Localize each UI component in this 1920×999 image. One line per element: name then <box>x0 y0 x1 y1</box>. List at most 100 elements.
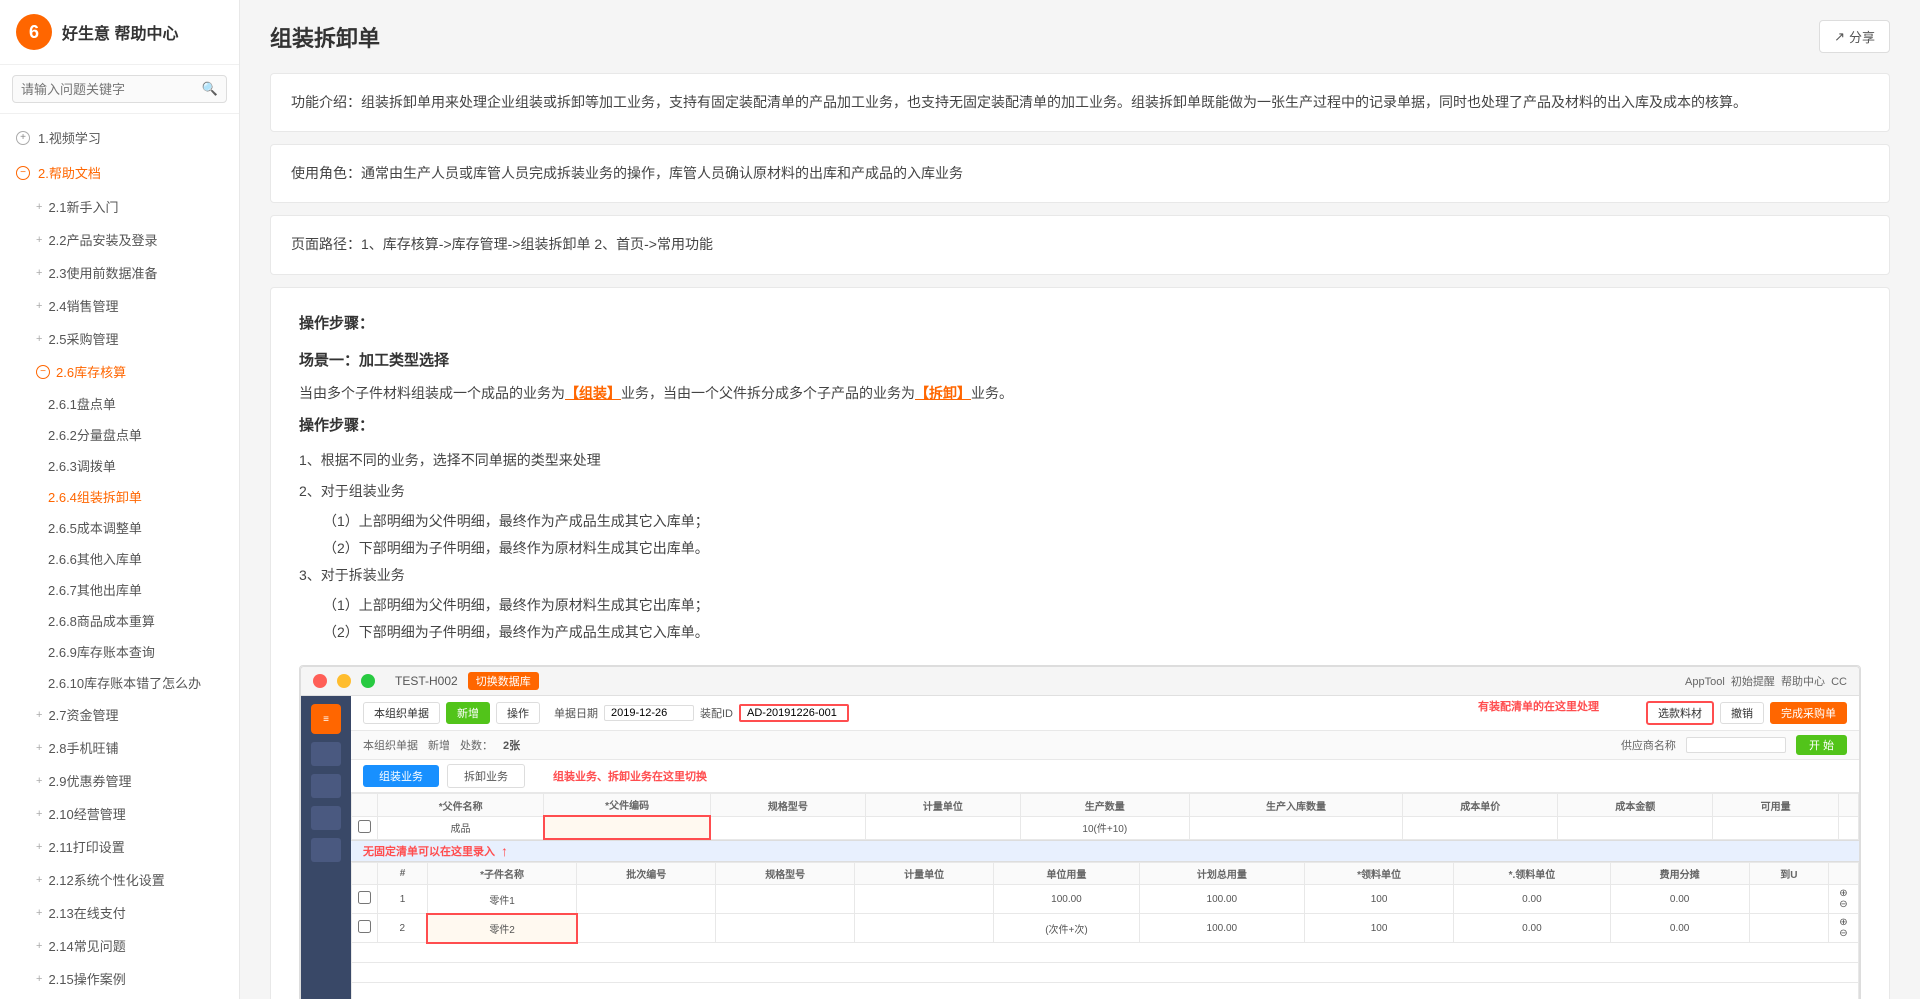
app-nav-icon-1[interactable]: ≡ <box>311 704 341 734</box>
btn-ops[interactable]: 操作 <box>496 702 540 724</box>
tab-disassembly[interactable]: 拆卸业务 <box>447 764 525 788</box>
steps-title: 操作步骤： <box>299 414 1861 435</box>
share-button[interactable]: ↗ 分享 <box>1819 20 1890 53</box>
upper-row1-prod-in <box>1189 816 1402 839</box>
sidebar-item-coupon[interactable]: + 2.9优惠券管理 <box>0 764 239 797</box>
lower-col-u: 到U <box>1749 863 1828 885</box>
sidebar-item-split-stocktake[interactable]: 2.6.2分量盘点单 <box>0 419 239 450</box>
assembly-link[interactable]: 【组装】 <box>565 385 621 401</box>
sidebar-item-mobile[interactable]: + 2.8手机旺铺 <box>0 731 239 764</box>
field-bom-label: 装配ID <box>700 705 733 721</box>
field-supplier[interactable] <box>1686 737 1786 753</box>
upper-col-prod-qty: 生产数量 <box>1020 794 1189 817</box>
intro-card-function: 功能介绍：组装拆卸单用来处理企业组装或拆卸等加工业务，支持有固定装配清单的产品加… <box>270 73 1890 132</box>
lower-row1-u <box>1749 885 1828 914</box>
sidebar-item-assembly[interactable]: 2.6.4组装拆卸单 <box>0 481 239 512</box>
lower-col-spec: 规格型号 <box>716 863 855 885</box>
app-tabs: 组装业务 拆卸业务 组装业务、拆卸业务在这里切换 <box>351 760 1859 793</box>
annotation-has-bom: 有装配清单的在这里处理 <box>1478 698 1599 714</box>
upper-row1-cost-amt <box>1558 816 1713 839</box>
lower-row-5 <box>352 983 1859 999</box>
upper-row1-ops-btn[interactable] <box>1839 816 1859 839</box>
lower-col-cost-alloc: 费用分摊 <box>1610 863 1749 885</box>
sidebar-item-customization[interactable]: + 2.12系统个性化设置 <box>0 863 239 896</box>
sidebar-item-cost-adjust[interactable]: 2.6.5成本调整单 <box>0 512 239 543</box>
ops-title: 操作步骤： <box>299 312 1861 333</box>
btn-ok[interactable]: 开 始 <box>1796 735 1847 755</box>
upper-row1-checkbox[interactable] <box>358 820 371 833</box>
sidebar-item-cost-recalc[interactable]: 2.6.8商品成本重算 <box>0 605 239 636</box>
btn-undo[interactable]: 撤销 <box>1720 702 1764 724</box>
app-body: ≡ 本组织单据 新增 <box>301 696 1859 999</box>
lower-row1-name: 零件1 <box>427 885 576 914</box>
search-input[interactable] <box>21 82 202 97</box>
search-box[interactable]: 🔍 <box>12 75 227 103</box>
sidebar-item-other-in[interactable]: 2.6.6其他入库单 <box>0 543 239 574</box>
lower-col-batch: 批次编号 <box>577 863 716 885</box>
sidebar-item-stocktake[interactable]: 2.6.1盘点单 <box>0 388 239 419</box>
upper-row1-unit <box>865 816 1020 839</box>
sidebar-item-purchase[interactable]: + 2.5采购管理 <box>0 322 239 355</box>
btn-add[interactable]: 新增 <box>446 702 490 724</box>
btn-select-material[interactable]: 选款料材 <box>1646 701 1714 725</box>
sidebar-item-beginner[interactable]: + 2.1新手入门 <box>0 190 239 223</box>
sidebar-item-stock-ledger[interactable]: 2.6.9库存账本查询 <box>0 636 239 667</box>
window-max-btn <box>361 674 375 688</box>
lower-row2-spec <box>716 914 855 943</box>
app-nav-icon-5[interactable] <box>311 838 341 862</box>
sidebar-item-faq[interactable]: + 2.14常见问题 <box>0 929 239 962</box>
sidebar-item-management[interactable]: + 2.10经营管理 <box>0 797 239 830</box>
app-toolbar: 本组织单据 新增 操作 单据日期 装配ID 有装配清单的在这里处理 <box>351 696 1859 731</box>
lower-row1-plan-qty: 100.00 <box>1139 885 1304 914</box>
lower-row-1: 1 零件1 100.00 100.00 100 0.00 <box>352 885 1859 914</box>
field-date-label: 单据日期 <box>554 705 598 721</box>
sidebar-item-ledger-fix[interactable]: 2.6.10库存账本错了怎么办 <box>0 667 239 698</box>
app-nav-icon-3[interactable] <box>311 774 341 798</box>
upper-row1-check[interactable] <box>352 816 378 839</box>
switch-db-btn[interactable]: 切换数据库 <box>468 672 539 690</box>
upper-table-container: *父件名称 *父件编码 规格型号 计量单位 生产数量 生产入库数量 成本单价 成… <box>351 793 1859 840</box>
sidebar-item-videos[interactable]: + 1.视频学习 <box>0 120 239 155</box>
sidebar-item-data-prep[interactable]: + 2.3使用前数据准备 <box>0 256 239 289</box>
upper-col-ops <box>1839 794 1859 817</box>
lower-row1-num: 1 <box>378 885 428 914</box>
upper-row1-prod-qty: 10(件+10) <box>1020 816 1189 839</box>
sidebar-item-transfer[interactable]: 2.6.3调拨单 <box>0 450 239 481</box>
step-3: 3、对于拆装业务 <box>299 562 1861 589</box>
collapse-icon: − <box>16 166 30 180</box>
sidebar-item-finance[interactable]: + 2.7资金管理 <box>0 698 239 731</box>
sidebar-item-inventory[interactable]: − 2.6库存核算 <box>0 355 239 388</box>
app-nav-icon-4[interactable] <box>311 806 341 830</box>
sidebar-item-docs[interactable]: − 2.帮助文档 <box>0 155 239 190</box>
lower-row-4 <box>352 963 1859 983</box>
lower-row1-ops[interactable]: ⊕ ⊖ <box>1829 885 1859 914</box>
search-icon[interactable]: 🔍 <box>202 81 218 97</box>
sidebar-item-sales[interactable]: + 2.4销售管理 <box>0 289 239 322</box>
nav-section-1: + 1.视频学习 <box>0 120 239 155</box>
disassembly-link[interactable]: 【拆卸】 <box>915 385 971 401</box>
sidebar-label-videos: 1.视频学习 <box>38 128 101 147</box>
sidebar-item-online-payment[interactable]: + 2.13在线支付 <box>0 896 239 929</box>
sidebar-item-cases[interactable]: + 2.15操作案例 <box>0 962 239 995</box>
lower-col-child-name: *子件名称 <box>427 863 576 885</box>
nav-list: + 1.视频学习 − 2.帮助文档 + 2.1新手入门 + 2.2产品安装及登录 <box>0 114 239 999</box>
btn-complete[interactable]: 完成采购单 <box>1770 702 1847 724</box>
sidebar-item-print[interactable]: + 2.11打印设置 <box>0 830 239 863</box>
lower-row2-check[interactable] <box>358 920 371 933</box>
lower-row2-pick-unit: 100 <box>1304 914 1453 943</box>
sidebar-item-other-out[interactable]: 2.6.7其他出库单 <box>0 574 239 605</box>
lower-row1-unit-use: 100.00 <box>994 885 1140 914</box>
sidebar-item-install[interactable]: + 2.2产品安装及登录 <box>0 223 239 256</box>
upper-row1-code <box>544 816 710 839</box>
tab-assembly[interactable]: 组装业务 <box>363 765 439 787</box>
page-header: 组装拆卸单 ↗ 分享 <box>270 20 1890 53</box>
annotation-switch: 组装业务、拆卸业务在这里切换 <box>553 768 707 784</box>
field-date[interactable] <box>604 705 694 721</box>
field-bom-id[interactable] <box>739 704 849 722</box>
lower-col-ops <box>1829 863 1859 885</box>
lower-row1-check[interactable] <box>358 891 371 904</box>
app-nav-icon-2[interactable] <box>311 742 341 766</box>
lower-row2-ops[interactable]: ⊕ ⊖ <box>1829 914 1859 943</box>
btn-org-docs[interactable]: 本组织单据 <box>363 702 440 724</box>
intro-card-path: 页面路径：1、库存核算->库存管理->组装拆卸单 2、首页->常用功能 <box>270 215 1890 274</box>
